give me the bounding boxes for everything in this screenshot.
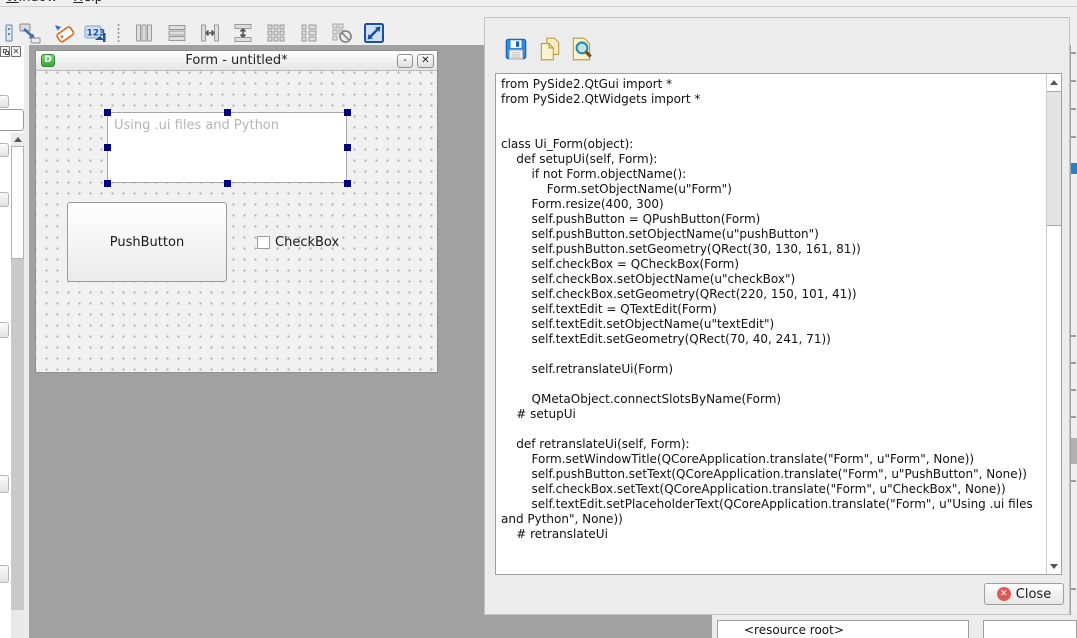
adjust-size-icon[interactable] (361, 20, 387, 46)
edit-signals-slots-icon[interactable] (17, 20, 43, 46)
widget-category-stub[interactable] (0, 95, 9, 108)
code-view-dialog: from PySide2.QtGui import *from PySide2.… (484, 17, 1070, 615)
scroll-down-icon[interactable] (1047, 559, 1061, 573)
resource-tree[interactable]: <resource root> (717, 620, 969, 638)
resource-root-item[interactable]: <resource root> (718, 621, 968, 637)
selection-handle[interactable] (104, 109, 111, 116)
close-button[interactable]: ✕ (417, 54, 434, 68)
close-button-label: Close (1016, 587, 1051, 602)
layout-vertical-splitter-icon[interactable] (230, 20, 256, 46)
minimize-button[interactable]: - (397, 54, 413, 68)
widget-category-stub[interactable] (0, 192, 9, 207)
svg-text:123: 123 (87, 29, 106, 39)
scroll-up-icon[interactable] (11, 133, 24, 146)
menu-window[interactable]: Window (6, 0, 57, 5)
selection-handle[interactable] (224, 180, 231, 187)
dialog-close-button[interactable]: ✕ Close (984, 583, 1064, 605)
edit-tab-order-icon[interactable]: 123 (82, 20, 108, 46)
code-text[interactable]: from PySide2.QtGui import *from PySide2.… (496, 74, 1046, 574)
checkbox-widget[interactable]: CheckBox (257, 234, 339, 251)
selection-handle[interactable] (344, 180, 351, 187)
selection-handle[interactable] (344, 109, 351, 116)
form-canvas[interactable]: Using .ui files and Python PushButton Ch… (36, 71, 437, 372)
textedit-widget[interactable]: Using .ui files and Python (107, 112, 347, 183)
checkbox-box[interactable] (257, 236, 270, 249)
widget-category-stub[interactable] (0, 322, 9, 338)
property-dock-edge (1071, 17, 1077, 615)
scrollbar-thumb[interactable] (1047, 91, 1061, 226)
form-window-titlebar[interactable]: D Form - untitled* - ✕ (36, 51, 437, 71)
layout-horizontal-icon[interactable] (131, 20, 157, 46)
widget-box-panel: ✕ (0, 45, 24, 638)
toolbar-separator (117, 23, 120, 43)
code-editor[interactable]: from PySide2.QtGui import *from PySide2.… (495, 73, 1062, 575)
selection-handle[interactable] (224, 109, 231, 116)
main-toolbar: 123 (0, 7, 1077, 45)
scrollbar-thumb[interactable] (11, 146, 24, 259)
widget-category-stub[interactable] (0, 565, 9, 583)
widget-category-stub[interactable] (0, 475, 9, 493)
edit-buddies-icon[interactable] (51, 20, 77, 46)
selection-handle[interactable] (104, 144, 111, 151)
break-layout-icon[interactable] (329, 20, 355, 46)
resource-list[interactable] (983, 620, 1077, 638)
scroll-up-icon[interactable] (1047, 75, 1061, 89)
checkbox-label: CheckBox (275, 235, 339, 250)
form-window-title: Form - untitled* (36, 53, 437, 68)
menu-bar: Window Help (0, 0, 1077, 7)
edit-widgets-icon[interactable] (0, 20, 17, 46)
layout-horizontal-splitter-icon[interactable] (197, 20, 223, 46)
resource-browser-panel: <resource root> (712, 615, 1077, 638)
selected-row-edge (1071, 163, 1077, 174)
pushbutton-widget[interactable]: PushButton (67, 202, 227, 282)
close-x-icon: ✕ (997, 587, 1011, 601)
layout-grid-icon[interactable] (263, 20, 289, 46)
widget-box-close-icon[interactable]: ✕ (11, 46, 21, 57)
layout-vertical-icon[interactable] (164, 20, 190, 46)
widget-box-scrollbar[interactable] (11, 133, 24, 638)
selection-handle[interactable] (104, 180, 111, 187)
dock-splitter[interactable] (24, 45, 29, 638)
form-designer-window[interactable]: D Form - untitled* - ✕ Using .ui files a… (35, 50, 438, 373)
code-scrollbar[interactable] (1046, 74, 1061, 574)
menu-help[interactable]: Help (73, 0, 103, 5)
widget-box-float-icon[interactable] (0, 46, 10, 57)
layout-form-icon[interactable] (296, 20, 322, 46)
widget-box-search-input[interactable] (0, 109, 24, 131)
widget-category-stub[interactable] (0, 143, 9, 157)
selection-handle[interactable] (344, 144, 351, 151)
